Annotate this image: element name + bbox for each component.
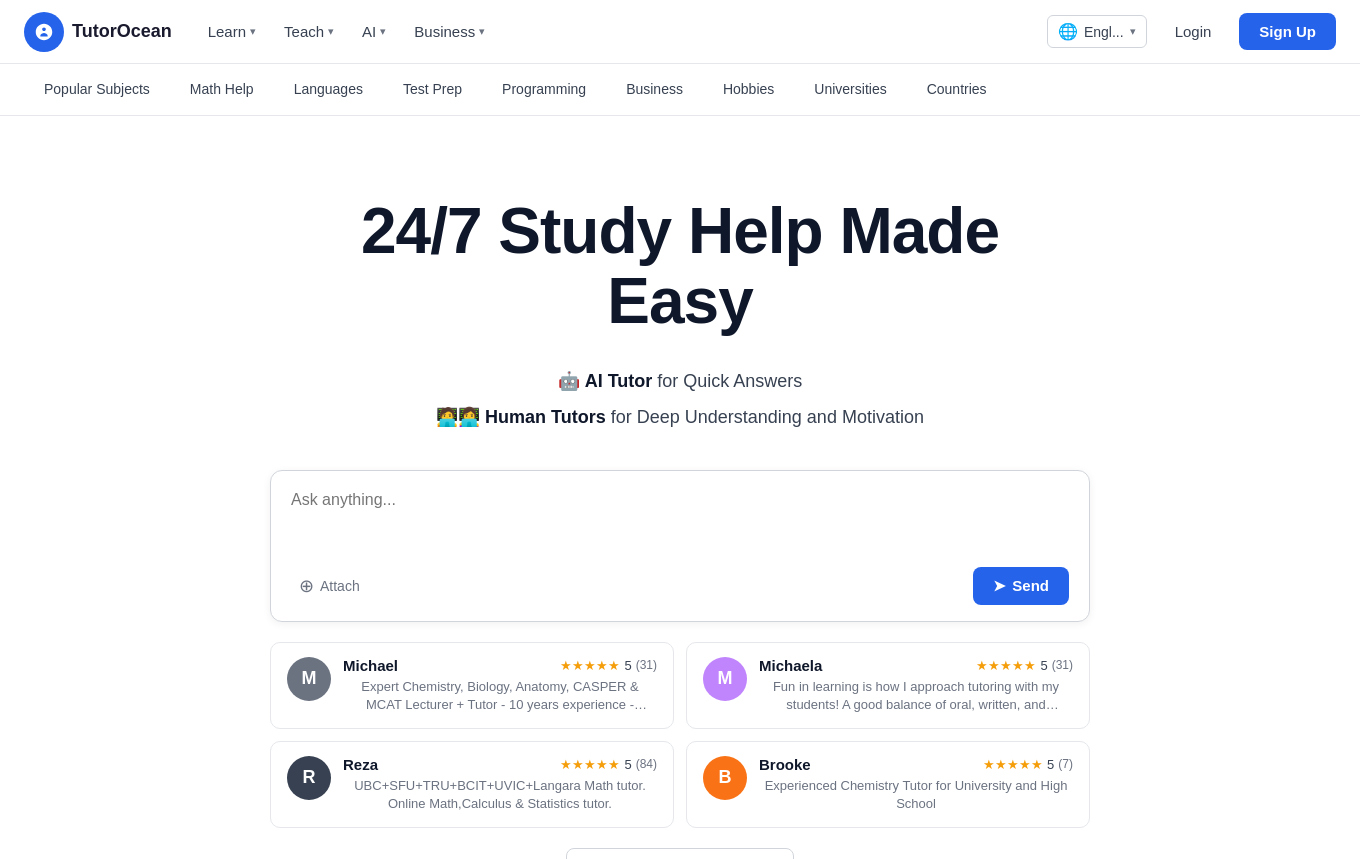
- logo-text: TutorOcean: [72, 21, 172, 42]
- secondary-nav: Popular Subjects Math Help Languages Tes…: [0, 64, 1360, 116]
- star-icons: ★★★★★: [983, 757, 1043, 772]
- tutor-description: UBC+SFU+TRU+BCIT+UVIC+Langara Math tutor…: [343, 777, 657, 813]
- tutor-description: Fun in learning is how I approach tutori…: [759, 678, 1073, 714]
- chevron-down-icon: ▾: [250, 25, 256, 38]
- tutor-description: Expert Chemistry, Biology, Anatomy, CASP…: [343, 678, 657, 714]
- tutor-info: Reza ★★★★★ 5 (84) UBC+SFU+TRU+BCIT+UVIC+…: [343, 756, 657, 813]
- tutor-card-michael[interactable]: M Michael ★★★★★ 5 (31) Expert Chemistry,…: [270, 642, 674, 729]
- tutor-avatar: M: [287, 657, 331, 701]
- send-button[interactable]: ➤ Send: [973, 567, 1069, 605]
- nav-business[interactable]: Business ▾: [402, 15, 497, 48]
- nav-countries[interactable]: Countries: [907, 67, 1007, 113]
- tutor-avatar: R: [287, 756, 331, 800]
- tutor-header: Michael ★★★★★ 5 (31): [343, 657, 657, 674]
- tutor-header: Brooke ★★★★★ 5 (7): [759, 756, 1073, 773]
- review-count: (7): [1058, 757, 1073, 771]
- nav-learn[interactable]: Learn ▾: [196, 15, 268, 48]
- chevron-down-icon: ▾: [328, 25, 334, 38]
- people-emoji: 🧑‍💻👩‍💻: [436, 407, 485, 427]
- attach-icon: ⊕: [299, 575, 314, 597]
- tutor-rating: ★★★★★ 5 (31): [560, 658, 657, 673]
- chevron-down-icon: ▾: [1130, 25, 1136, 38]
- chevron-down-icon: ▾: [380, 25, 386, 38]
- nav-teach[interactable]: Teach ▾: [272, 15, 346, 48]
- search-box: ⊕ Attach ➤ Send: [270, 470, 1090, 622]
- review-count: (31): [1052, 658, 1073, 672]
- search-input[interactable]: [291, 491, 1069, 551]
- tutor-info: Michaela ★★★★★ 5 (31) Fun in learning is…: [759, 657, 1073, 714]
- tutor-description: Experienced Chemistry Tutor for Universi…: [759, 777, 1073, 813]
- tutor-name: Brooke: [759, 756, 811, 773]
- nav-popular-subjects[interactable]: Popular Subjects: [24, 67, 170, 113]
- nav-universities[interactable]: Universities: [794, 67, 906, 113]
- nav-test-prep[interactable]: Test Prep: [383, 67, 482, 113]
- search-footer: ⊕ Attach ➤ Send: [291, 567, 1069, 605]
- logo-link[interactable]: TutorOcean: [24, 12, 172, 52]
- nav-hobbies[interactable]: Hobbies: [703, 67, 794, 113]
- tutor-card-reza[interactable]: R Reza ★★★★★ 5 (84) UBC+SFU+TRU+BCIT+UVI…: [270, 741, 674, 828]
- globe-icon: 🌐: [1058, 22, 1078, 41]
- tutor-rating: ★★★★★ 5 (7): [983, 757, 1073, 772]
- tutor-rating: ★★★★★ 5 (84): [560, 757, 657, 772]
- tutor-card-michaela[interactable]: M Michaela ★★★★★ 5 (31) Fun in learning …: [686, 642, 1090, 729]
- tutor-card-brooke[interactable]: B Brooke ★★★★★ 5 (7) Experienced Chemist…: [686, 741, 1090, 828]
- nav-ai[interactable]: AI ▾: [350, 15, 398, 48]
- logo-icon: [24, 12, 64, 52]
- hero-subtitle-ai: 🤖 AI Tutor for Quick Answers: [558, 365, 803, 397]
- star-icons: ★★★★★: [560, 658, 620, 673]
- nav-math-help[interactable]: Math Help: [170, 67, 274, 113]
- nav-programming[interactable]: Programming: [482, 67, 606, 113]
- signup-button[interactable]: Sign Up: [1239, 13, 1336, 50]
- tutor-name: Michael: [343, 657, 398, 674]
- hero-title: 24/7 Study Help Made Easy: [330, 196, 1030, 337]
- tutor-avatar: B: [703, 756, 747, 800]
- star-icons: ★★★★★: [560, 757, 620, 772]
- tutor-rating: ★★★★★ 5 (31): [976, 658, 1073, 673]
- tutor-name: Michaela: [759, 657, 822, 674]
- navbar: TutorOcean Learn ▾ Teach ▾ AI ▾ Business…: [0, 0, 1360, 64]
- hero-section: 24/7 Study Help Made Easy 🤖 AI Tutor for…: [0, 116, 1360, 859]
- attach-button[interactable]: ⊕ Attach: [291, 571, 368, 601]
- tutor-name: Reza: [343, 756, 378, 773]
- tutor-info: Brooke ★★★★★ 5 (7) Experienced Chemistry…: [759, 756, 1073, 813]
- nav-languages[interactable]: Languages: [274, 67, 383, 113]
- language-selector[interactable]: 🌐 Engl... ▾: [1047, 15, 1147, 48]
- tutor-avatar: M: [703, 657, 747, 701]
- tutor-info: Michael ★★★★★ 5 (31) Expert Chemistry, B…: [343, 657, 657, 714]
- review-count: (31): [636, 658, 657, 672]
- robot-emoji: 🤖: [558, 371, 585, 391]
- login-button[interactable]: Login: [1159, 15, 1228, 48]
- nav-links: Learn ▾ Teach ▾ AI ▾ Business ▾: [196, 15, 1039, 48]
- chevron-down-icon: ▾: [479, 25, 485, 38]
- tutor-grid: M Michael ★★★★★ 5 (31) Expert Chemistry,…: [270, 642, 1090, 829]
- nav-right: 🌐 Engl... ▾ Login Sign Up: [1047, 13, 1336, 50]
- hero-subtitle-human: 🧑‍💻👩‍💻 Human Tutors for Deep Understandi…: [436, 401, 924, 433]
- star-icons: ★★★★★: [976, 658, 1036, 673]
- review-count: (84): [636, 757, 657, 771]
- view-all-tutors-button[interactable]: ↗ View all top-rated tutors: [566, 848, 794, 859]
- nav-business[interactable]: Business: [606, 67, 703, 113]
- tutor-header: Michaela ★★★★★ 5 (31): [759, 657, 1073, 674]
- send-icon: ➤: [993, 577, 1006, 595]
- tutor-header: Reza ★★★★★ 5 (84): [343, 756, 657, 773]
